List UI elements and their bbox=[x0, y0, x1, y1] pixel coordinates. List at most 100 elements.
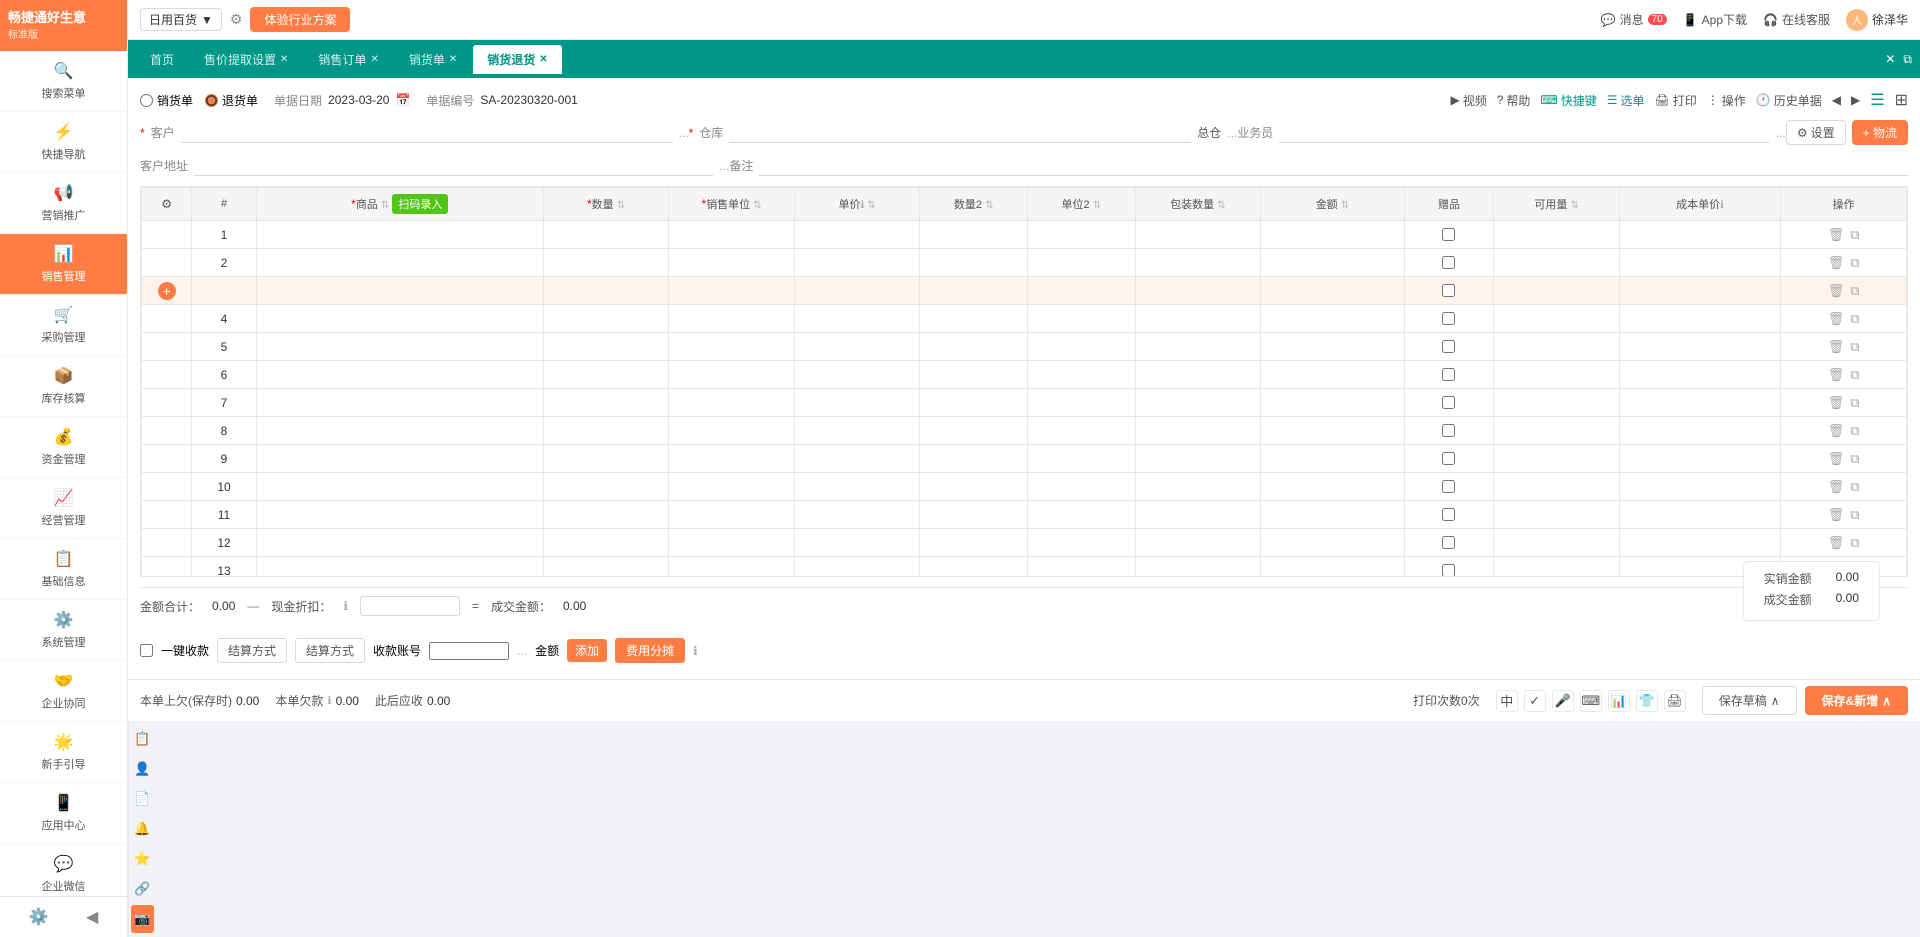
right-panel-icon-2[interactable]: 👤 bbox=[131, 755, 154, 783]
nav-next-icon[interactable]: ▶ bbox=[1851, 93, 1860, 107]
user-menu[interactable]: 人 徐泽华 bbox=[1846, 9, 1908, 31]
sidebar-item-search[interactable]: 🔍 搜索菜单 bbox=[0, 51, 127, 112]
sort-pkgqty-icon[interactable]: ⇅ bbox=[1217, 200, 1225, 211]
window-icon[interactable]: ⧉ bbox=[1903, 52, 1912, 67]
customer-dots[interactable]: ... bbox=[679, 126, 689, 140]
row-product-2[interactable] bbox=[256, 249, 543, 277]
row-qty2-3[interactable] bbox=[920, 277, 1028, 305]
sidebar-item-apps[interactable]: 📱 应用中心 bbox=[0, 783, 127, 844]
sort-qty-icon[interactable]: ⇅ bbox=[617, 200, 625, 211]
notes-input[interactable] bbox=[759, 155, 1908, 176]
delete-row-10-icon[interactable]: 🗑 bbox=[1828, 479, 1845, 495]
online-service-group[interactable]: 🎧 在线客服 bbox=[1763, 11, 1830, 28]
toolbar-icon-7[interactable]: 🖨 bbox=[1664, 690, 1686, 712]
settings-btn[interactable]: ⚙ 设置 bbox=[1786, 120, 1846, 145]
sort-qty2-icon[interactable]: ⇅ bbox=[985, 200, 993, 211]
right-panel-icon-6[interactable]: 🔗 bbox=[131, 875, 154, 903]
row-price-1[interactable] bbox=[794, 221, 920, 249]
logistics-btn[interactable]: + 物流 bbox=[1852, 120, 1908, 145]
radio-sale[interactable]: 销货单 bbox=[140, 92, 193, 109]
company-select[interactable]: 日用百货 ▼ bbox=[140, 8, 222, 31]
row-unit2-2[interactable] bbox=[1028, 249, 1136, 277]
shortcut-btn[interactable]: ⌨ 快捷键 bbox=[1540, 92, 1596, 109]
print-btn-top[interactable]: 🖨 打印 bbox=[1655, 92, 1697, 109]
footer-info-icon[interactable]: ℹ bbox=[693, 644, 698, 658]
account-dots[interactable]: ... bbox=[517, 644, 527, 658]
operation-btn[interactable]: ⋮ 操作 bbox=[1707, 92, 1746, 109]
video-btn[interactable]: ▶ 视频 bbox=[1450, 92, 1486, 109]
toolbar-icon-5[interactable]: 📊 bbox=[1608, 690, 1630, 712]
expense-split-btn[interactable]: 费用分摊 bbox=[615, 638, 685, 663]
address-dots[interactable]: ... bbox=[719, 159, 729, 173]
copy-row-12-icon[interactable]: ⧉ bbox=[1850, 535, 1859, 551]
right-panel-icon-7[interactable]: 📷 bbox=[131, 905, 154, 933]
tab-close-price-setting[interactable]: ✕ bbox=[280, 54, 288, 65]
sort-price-icon[interactable]: ⇅ bbox=[867, 200, 875, 211]
customer-input[interactable] bbox=[181, 122, 673, 143]
row-price-2[interactable] bbox=[794, 249, 920, 277]
toolbar-icon-2[interactable]: ✓ bbox=[1524, 690, 1546, 712]
save-draft-btn[interactable]: 保存草稿 ∧ bbox=[1702, 686, 1797, 715]
row-qty-2[interactable] bbox=[543, 249, 669, 277]
salesperson-dots[interactable]: ... bbox=[1776, 126, 1786, 140]
row-product-1[interactable] bbox=[256, 221, 543, 249]
delete-row-3-icon[interactable]: 🗑 bbox=[1828, 283, 1845, 299]
close-all-icon[interactable]: ✕ bbox=[1885, 52, 1895, 67]
scan-btn[interactable]: 扫码录入 bbox=[392, 194, 448, 214]
tab-sales[interactable]: 销货单 ✕ bbox=[395, 45, 471, 74]
sidebar-item-operations[interactable]: 📈 经营管理 bbox=[0, 478, 127, 539]
nav-prev-icon[interactable]: ◀ bbox=[1832, 93, 1841, 107]
sort-available-icon[interactable]: ⇅ bbox=[1570, 200, 1578, 211]
sidebar-item-purchase[interactable]: 🛒 采购管理 bbox=[0, 295, 127, 356]
history-btn[interactable]: 🕐 历史单据 bbox=[1756, 92, 1822, 109]
settlement-method-btn[interactable]: 结算方式 bbox=[217, 638, 287, 663]
tab-close-sales-return[interactable]: ✕ bbox=[539, 54, 547, 65]
copy-row-10-icon[interactable]: ⧉ bbox=[1850, 479, 1859, 495]
price-info-icon[interactable]: ℹ bbox=[861, 200, 865, 211]
copy-row-2-icon[interactable]: ⧉ bbox=[1850, 255, 1859, 271]
delete-row-12-icon[interactable]: 🗑 bbox=[1828, 535, 1845, 551]
discount-info-icon[interactable]: ℹ bbox=[343, 599, 348, 613]
experience-btn[interactable]: 体验行业方案 bbox=[250, 7, 350, 32]
sort-unit2-icon[interactable]: ⇅ bbox=[1093, 200, 1101, 211]
salesperson-input[interactable] bbox=[1279, 122, 1770, 143]
sidebar-item-finance[interactable]: 💰 资金管理 bbox=[0, 417, 127, 478]
add-row-btn[interactable]: + bbox=[158, 282, 176, 300]
sidebar-item-wechat[interactable]: 💬 企业微信 bbox=[0, 844, 127, 896]
address-input[interactable] bbox=[194, 155, 713, 176]
sidebar-item-sales[interactable]: 📊 销售管理 bbox=[0, 234, 127, 295]
tab-sales-return[interactable]: 销货退货 ✕ bbox=[473, 45, 561, 74]
row-pkgqty-2[interactable] bbox=[1135, 249, 1261, 277]
cost-info-icon[interactable]: ℹ bbox=[1720, 200, 1724, 211]
radio-return[interactable]: 退货单 bbox=[205, 92, 258, 109]
sidebar-item-marketing[interactable]: 📢 营销推广 bbox=[0, 173, 127, 234]
sidebar-item-enterprise[interactable]: 🤝 企业协同 bbox=[0, 661, 127, 722]
delete-row-4-icon[interactable]: 🗑 bbox=[1828, 311, 1845, 327]
one-key-payment-checkbox[interactable] bbox=[140, 644, 153, 657]
row-pkgqty-3[interactable] bbox=[1135, 277, 1261, 305]
view-grid-icon[interactable]: ⊞ bbox=[1895, 90, 1908, 110]
delete-row-9-icon[interactable]: 🗑 bbox=[1828, 451, 1845, 467]
copy-row-7-icon[interactable]: ⧉ bbox=[1850, 395, 1859, 411]
delete-row-2-icon[interactable]: 🗑 bbox=[1828, 255, 1845, 271]
toolbar-icon-3[interactable]: 🎤 bbox=[1552, 690, 1574, 712]
right-panel-icon-4[interactable]: 🔔 bbox=[131, 815, 154, 843]
topbar-gear-icon[interactable]: ⚙ bbox=[230, 11, 243, 28]
print-count-label[interactable]: 打印次数0次 bbox=[1413, 692, 1480, 709]
message-group[interactable]: 💬 消息 70 bbox=[1601, 11, 1667, 28]
delete-row-5-icon[interactable]: 🗑 bbox=[1828, 339, 1845, 355]
row-product-3[interactable] bbox=[256, 277, 543, 305]
calendar-icon[interactable]: 📅 bbox=[395, 93, 410, 107]
row-qty-1[interactable] bbox=[543, 221, 669, 249]
tab-sales-order[interactable]: 销售订单 ✕ bbox=[304, 45, 392, 74]
warehouse-dots[interactable]: ... bbox=[1227, 126, 1237, 140]
discount-input[interactable] bbox=[360, 596, 460, 616]
right-panel-icon-3[interactable]: 📄 bbox=[131, 785, 154, 813]
view-list-icon[interactable]: ☰ bbox=[1870, 90, 1884, 110]
warehouse-input[interactable] bbox=[729, 122, 1191, 143]
copy-row-1-icon[interactable]: ⧉ bbox=[1850, 227, 1859, 243]
toolbar-icon-1[interactable]: 中 bbox=[1496, 690, 1518, 712]
copy-row-9-icon[interactable]: ⧉ bbox=[1850, 451, 1859, 467]
tab-home[interactable]: 首页 bbox=[136, 45, 188, 74]
copy-row-5-icon[interactable]: ⧉ bbox=[1850, 339, 1859, 355]
